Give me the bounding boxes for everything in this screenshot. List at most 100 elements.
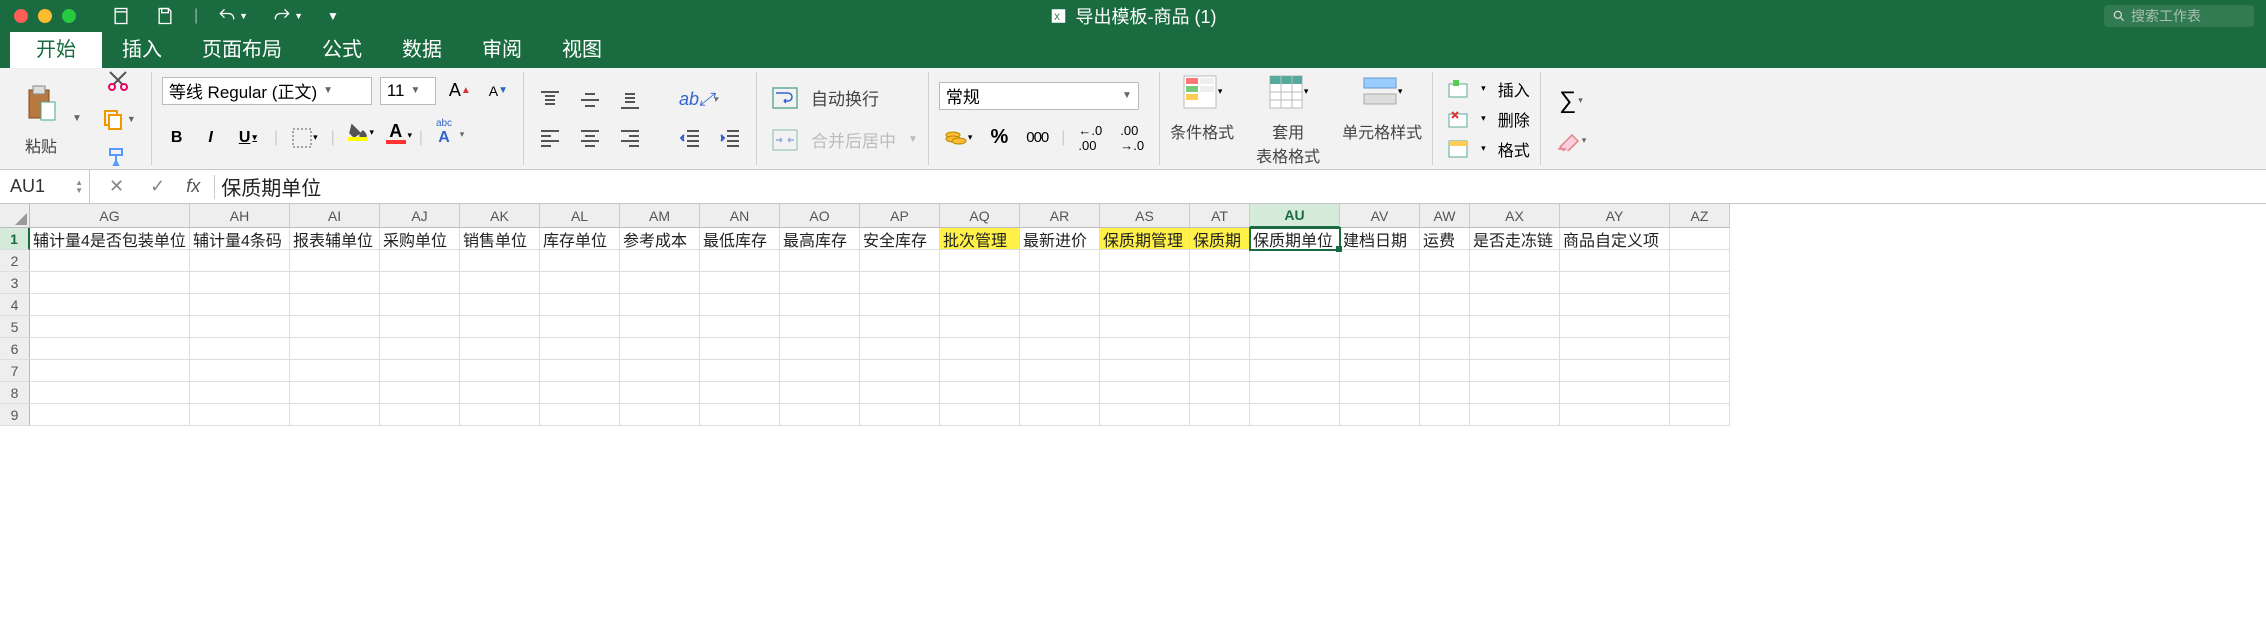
cell-AJ2[interactable] [380, 250, 460, 272]
cell-AR6[interactable] [1020, 338, 1100, 360]
cell-AS2[interactable] [1100, 250, 1190, 272]
column-header-AN[interactable]: AN [700, 204, 780, 228]
comma-button[interactable]: 000 [1021, 126, 1053, 149]
cell-AX3[interactable] [1470, 272, 1560, 294]
cell-AJ6[interactable] [380, 338, 460, 360]
cell-AV4[interactable] [1340, 294, 1420, 316]
cell-AY8[interactable] [1560, 382, 1670, 404]
cell-AI6[interactable] [290, 338, 380, 360]
cell-AK9[interactable] [460, 404, 540, 426]
copy-icon[interactable]: ▼ [96, 104, 141, 134]
cell-AL9[interactable] [540, 404, 620, 426]
cell-AM4[interactable] [620, 294, 700, 316]
column-header-AR[interactable]: AR [1020, 204, 1100, 228]
cell-AI3[interactable] [290, 272, 380, 294]
cell-AP4[interactable] [860, 294, 940, 316]
cell-AL8[interactable] [540, 382, 620, 404]
cell-AZ7[interactable] [1670, 360, 1730, 382]
cell-AI8[interactable] [290, 382, 380, 404]
cell-AN9[interactable] [700, 404, 780, 426]
column-header-AQ[interactable]: AQ [940, 204, 1020, 228]
increase-decimal-icon[interactable]: ←.0.00 [1073, 120, 1107, 156]
cell-AV2[interactable] [1340, 250, 1420, 272]
cell-AL3[interactable] [540, 272, 620, 294]
cell-AU1[interactable]: 保质期单位 [1250, 228, 1340, 250]
cell-AP7[interactable] [860, 360, 940, 382]
tab-page-layout[interactable]: 页面布局 [182, 27, 302, 68]
cell-AX9[interactable] [1470, 404, 1560, 426]
cell-AI7[interactable] [290, 360, 380, 382]
cell-AV9[interactable] [1340, 404, 1420, 426]
cell-AS5[interactable] [1100, 316, 1190, 338]
column-header-AL[interactable]: AL [540, 204, 620, 228]
column-header-AI[interactable]: AI [290, 204, 380, 228]
cell-AK5[interactable] [460, 316, 540, 338]
cell-AY4[interactable] [1560, 294, 1670, 316]
cell-AI9[interactable] [290, 404, 380, 426]
align-center-icon[interactable] [574, 124, 606, 152]
column-header-AY[interactable]: AY [1560, 204, 1670, 228]
wrap-text-button[interactable] [767, 84, 803, 112]
tab-home[interactable]: 开始 [10, 27, 102, 68]
cell-AK2[interactable] [460, 250, 540, 272]
cell-AJ9[interactable] [380, 404, 460, 426]
orientation-icon[interactable]: ab⤢▾ [674, 86, 723, 113]
cell-AP3[interactable] [860, 272, 940, 294]
cell-AP8[interactable] [860, 382, 940, 404]
cell-AH9[interactable] [190, 404, 290, 426]
cell-AO7[interactable] [780, 360, 860, 382]
cell-AV6[interactable] [1340, 338, 1420, 360]
cell-AM6[interactable] [620, 338, 700, 360]
cell-AG6[interactable] [30, 338, 190, 360]
cell-AI5[interactable] [290, 316, 380, 338]
cell-AJ8[interactable] [380, 382, 460, 404]
row-header-3[interactable]: 3 [0, 272, 30, 294]
cell-AR4[interactable] [1020, 294, 1100, 316]
qat-customize-icon[interactable]: ▼ [322, 6, 344, 26]
border-button[interactable]: ▾ [286, 124, 323, 152]
name-box[interactable]: AU1 ▲▼ [0, 170, 90, 203]
cell-AO2[interactable] [780, 250, 860, 272]
cell-AX8[interactable] [1470, 382, 1560, 404]
cell-AG8[interactable] [30, 382, 190, 404]
font-name-combo[interactable]: 等线 Regular (正文)▼ [162, 77, 372, 105]
increase-indent-icon[interactable] [714, 124, 746, 152]
cell-AK8[interactable] [460, 382, 540, 404]
cell-AZ5[interactable] [1670, 316, 1730, 338]
cell-AP9[interactable] [860, 404, 940, 426]
cell-AQ2[interactable] [940, 250, 1020, 272]
cell-AX1[interactable]: 是否走冻链 [1470, 228, 1560, 250]
cell-AI1[interactable]: 报表辅单位 [290, 228, 380, 250]
column-header-AG[interactable]: AG [30, 204, 190, 228]
cell-AR2[interactable] [1020, 250, 1100, 272]
cell-AQ8[interactable] [940, 382, 1020, 404]
cell-AS7[interactable] [1100, 360, 1190, 382]
fx-icon[interactable]: fx [186, 176, 200, 197]
cell-AW6[interactable] [1420, 338, 1470, 360]
cell-AW8[interactable] [1420, 382, 1470, 404]
cell-styles-button[interactable]: ▾ [1357, 71, 1408, 113]
column-header-AO[interactable]: AO [780, 204, 860, 228]
cell-AN1[interactable]: 最低库存 [700, 228, 780, 250]
cell-AT5[interactable] [1190, 316, 1250, 338]
cell-AS6[interactable] [1100, 338, 1190, 360]
cell-AS9[interactable] [1100, 404, 1190, 426]
cell-AL6[interactable] [540, 338, 620, 360]
cell-AT7[interactable] [1190, 360, 1250, 382]
cell-AY9[interactable] [1560, 404, 1670, 426]
column-header-AT[interactable]: AT [1190, 204, 1250, 228]
cell-AU4[interactable] [1250, 294, 1340, 316]
column-header-AV[interactable]: AV [1340, 204, 1420, 228]
cell-AT3[interactable] [1190, 272, 1250, 294]
cell-AT6[interactable] [1190, 338, 1250, 360]
column-header-AZ[interactable]: AZ [1670, 204, 1730, 228]
cell-AV7[interactable] [1340, 360, 1420, 382]
cell-AH5[interactable] [190, 316, 290, 338]
tab-review[interactable]: 审阅 [462, 27, 542, 68]
cell-AG3[interactable] [30, 272, 190, 294]
align-bottom-icon[interactable] [614, 86, 646, 114]
row-header-9[interactable]: 9 [0, 404, 30, 426]
cell-AK4[interactable] [460, 294, 540, 316]
cell-AH8[interactable] [190, 382, 290, 404]
cut-icon[interactable] [96, 66, 141, 96]
